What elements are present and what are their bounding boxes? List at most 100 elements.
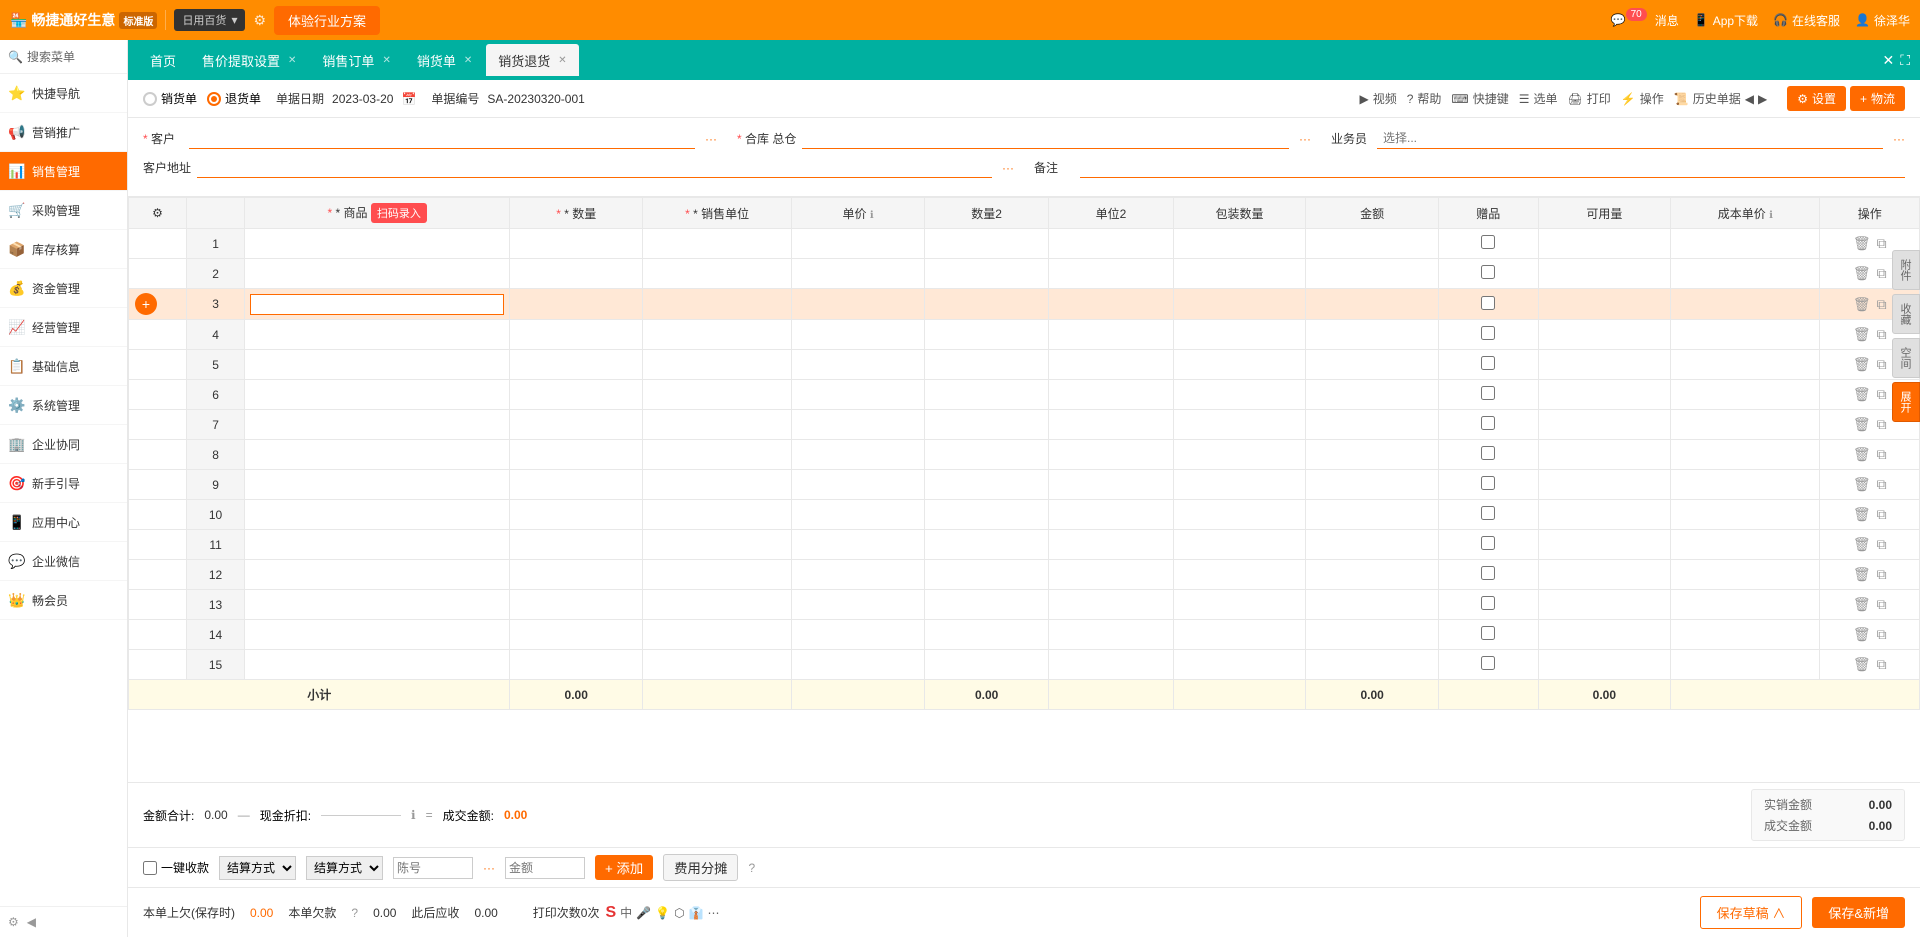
unit2-cell[interactable] [1049, 410, 1173, 440]
unit2-cell[interactable] [1049, 620, 1173, 650]
info-icon-summary[interactable]: ℹ [411, 808, 416, 822]
toolbar-shortcuts[interactable]: ⌨ 快捷键 [1451, 90, 1508, 107]
gift-cell[interactable] [1439, 440, 1539, 470]
qty2-cell[interactable] [924, 650, 1048, 680]
price-cell[interactable] [792, 560, 925, 590]
logistics-btn[interactable]: + 物流 [1850, 86, 1905, 111]
copy-row-button[interactable]: ⧉ [1877, 506, 1887, 523]
qty-cell[interactable] [510, 410, 643, 440]
price-cell[interactable] [792, 350, 925, 380]
single-debt-circle[interactable]: ? [351, 906, 358, 920]
gift-checkbox[interactable] [1481, 265, 1495, 279]
gift-checkbox[interactable] [1481, 476, 1495, 490]
date-selector[interactable]: 日用百货 ▾ [174, 9, 245, 31]
toolbar-print[interactable]: 🖨 打印 [1568, 90, 1611, 107]
tab-expand-icon[interactable]: ⛶ [1900, 52, 1910, 69]
available-cell[interactable] [1538, 560, 1671, 590]
float-space-btn[interactable]: 空间 [1892, 338, 1920, 378]
cost-cell[interactable] [1671, 259, 1820, 289]
unit2-cell[interactable] [1049, 530, 1173, 560]
fee-split-button[interactable]: 费用分摊 [663, 854, 738, 881]
delete-row-button[interactable]: 🗑 [1853, 566, 1871, 583]
cost-cell[interactable] [1671, 470, 1820, 500]
sidebar-item-wechat[interactable]: 💬 企业微信 [0, 542, 127, 581]
cost-cell[interactable] [1671, 380, 1820, 410]
sidebar-item-system[interactable]: ⚙️ 系统管理 [0, 386, 127, 425]
radio-return[interactable]: 退货单 [207, 90, 261, 107]
tab-price-settings-close[interactable]: ✕ [288, 55, 296, 66]
sidebar-item-finance[interactable]: 💰 资金管理 [0, 269, 127, 308]
gift-cell[interactable] [1439, 560, 1539, 590]
qty-cell[interactable] [510, 350, 643, 380]
unit2-cell[interactable] [1049, 590, 1173, 620]
qty2-cell[interactable] [924, 590, 1048, 620]
gift-cell[interactable] [1439, 410, 1539, 440]
unit-cell[interactable] [643, 500, 792, 530]
unit2-cell[interactable] [1049, 470, 1173, 500]
price-cell[interactable] [792, 410, 925, 440]
unit-cell[interactable] [643, 229, 792, 259]
float-expand-btn[interactable]: 展开 [1892, 382, 1920, 422]
unit-cell[interactable] [643, 320, 792, 350]
date-value[interactable]: 2023-03-20 [332, 92, 393, 106]
unit2-cell[interactable] [1049, 350, 1173, 380]
product-cell[interactable] [245, 590, 510, 620]
amount-cell[interactable] [1306, 650, 1439, 680]
available-cell[interactable] [1538, 380, 1671, 410]
qty-cell[interactable] [510, 620, 643, 650]
pkg-cell[interactable] [1173, 380, 1306, 410]
pkg-cell[interactable] [1173, 650, 1306, 680]
price-cell[interactable] [792, 289, 925, 320]
cost-cell[interactable] [1671, 500, 1820, 530]
cost-cell[interactable] [1671, 590, 1820, 620]
calculation-select[interactable]: 结算方式 [306, 856, 383, 880]
gift-checkbox[interactable] [1481, 356, 1495, 370]
available-cell[interactable] [1538, 470, 1671, 500]
qty2-cell[interactable] [924, 620, 1048, 650]
unit-cell[interactable] [643, 590, 792, 620]
try-industry-button[interactable]: 体验行业方案 [274, 6, 380, 35]
qty-cell[interactable] [510, 500, 643, 530]
gift-checkbox[interactable] [1481, 536, 1495, 550]
customer-dots[interactable]: ··· [705, 132, 717, 146]
qty-cell[interactable] [510, 259, 643, 289]
sidebar-item-purchase[interactable]: 🛒 采购管理 [0, 191, 127, 230]
amount-cell[interactable] [1306, 470, 1439, 500]
price-cell[interactable] [792, 590, 925, 620]
pkg-cell[interactable] [1173, 620, 1306, 650]
price-cell[interactable] [792, 229, 925, 259]
qty-cell[interactable] [510, 320, 643, 350]
sidebar-collapse-icon[interactable]: ◀ [27, 915, 36, 929]
delete-row-button[interactable]: 🗑 [1853, 476, 1871, 493]
tab-sales[interactable]: 销货单 ✕ [405, 44, 484, 76]
unit-cell[interactable] [643, 350, 792, 380]
sidebar-item-basics[interactable]: 📋 基础信息 [0, 347, 127, 386]
delete-row-button[interactable]: 🗑 [1853, 626, 1871, 643]
radio-sales[interactable]: 销货单 [143, 90, 197, 107]
taskbar-icon3[interactable]: 💡 [655, 906, 670, 920]
pkg-cell[interactable] [1173, 530, 1306, 560]
qty-cell[interactable] [510, 530, 643, 560]
qty-cell[interactable] [510, 470, 643, 500]
product-input[interactable] [251, 295, 503, 314]
unit-cell[interactable] [643, 440, 792, 470]
add-row-button[interactable]: + [135, 293, 157, 315]
pkg-cell[interactable] [1173, 470, 1306, 500]
product-cell[interactable] [245, 500, 510, 530]
unit2-cell[interactable] [1049, 650, 1173, 680]
calendar-icon[interactable]: 📅 [401, 92, 416, 106]
unit-cell[interactable] [643, 650, 792, 680]
available-cell[interactable] [1538, 320, 1671, 350]
amount-cell[interactable] [1306, 380, 1439, 410]
gift-cell[interactable] [1439, 590, 1539, 620]
tab-sales-return[interactable]: 销货退货 ✕ [486, 44, 578, 76]
taskbar-icon4[interactable]: ⬡ [674, 906, 684, 920]
amount-cell[interactable] [1306, 500, 1439, 530]
delete-row-button[interactable]: 🗑 [1853, 506, 1871, 523]
unit-cell[interactable] [643, 380, 792, 410]
gift-cell[interactable] [1439, 320, 1539, 350]
note-input[interactable] [1080, 157, 1905, 178]
gift-cell[interactable] [1439, 229, 1539, 259]
taskbar-icon1[interactable]: 中 [620, 904, 632, 921]
message-button[interactable]: 💬 70 消息 [1611, 12, 1679, 29]
